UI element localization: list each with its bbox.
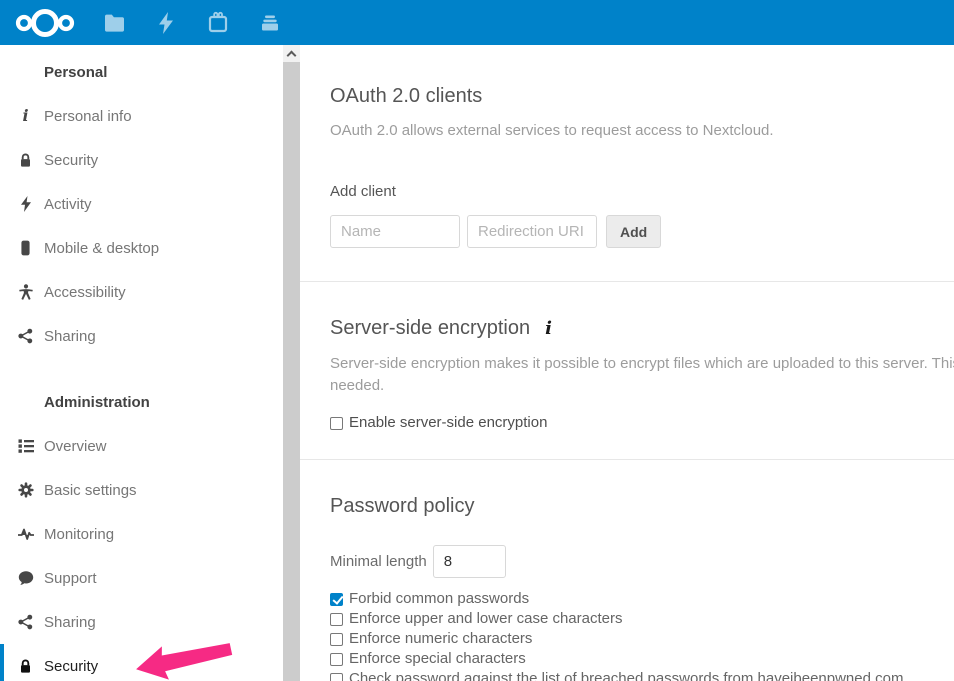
sidebar-caption-personal: Personal xyxy=(0,50,300,94)
section-password-policy: Password policy Minimal length Forbid co… xyxy=(300,459,954,681)
section-server-side-encryption: Server-side encryption i Server-side enc… xyxy=(300,281,954,459)
sidebar-item-label: Basic settings xyxy=(44,482,137,499)
scrollbar-up-button[interactable] xyxy=(283,45,300,62)
client-name-input[interactable] xyxy=(330,215,460,248)
sidebar-item-label: Security xyxy=(44,658,98,675)
sidebar-item-overview[interactable]: Overview xyxy=(0,424,300,468)
sidebar-item-label: Support xyxy=(44,570,97,587)
sidebar-item-monitoring[interactable]: Monitoring xyxy=(0,512,300,556)
share-icon xyxy=(17,614,34,631)
checkbox-label: Forbid common passwords xyxy=(349,589,529,609)
add-client-label: Add client xyxy=(330,183,954,200)
chevron-up-icon xyxy=(287,51,297,61)
enforce-numeric-row[interactable]: Enforce numeric characters xyxy=(330,629,954,649)
info-icon: i xyxy=(17,108,34,125)
settings-sidebar: Personal i Personal info Security xyxy=(0,45,300,681)
enforce-upper-lower-checkbox[interactable] xyxy=(330,613,343,626)
password-policy-title: Password policy xyxy=(330,494,954,518)
enforce-special-checkbox[interactable] xyxy=(330,653,343,666)
smartphone-icon xyxy=(17,240,34,257)
sidebar-item-sharing-personal[interactable]: Sharing xyxy=(0,314,300,358)
files-app-icon[interactable] xyxy=(101,10,127,36)
sidebar-item-basic-settings[interactable]: Basic settings xyxy=(0,468,300,512)
checkbox-label: Enforce special characters xyxy=(349,649,526,669)
gear-icon xyxy=(17,482,34,499)
nextcloud-logo[interactable] xyxy=(13,5,77,41)
checkbox-label: Check password against the list of breac… xyxy=(349,669,903,681)
sidebar-item-accessibility[interactable]: Accessibility xyxy=(0,270,300,314)
forbid-common-passwords-row[interactable]: Forbid common passwords xyxy=(330,589,954,609)
sidebar-item-security-admin[interactable]: Security xyxy=(0,644,300,681)
sidebar-item-support[interactable]: Support xyxy=(0,556,300,600)
settings-content: OAuth 2.0 clients OAuth 2.0 allows exter… xyxy=(300,45,954,681)
sidebar-item-label: Sharing xyxy=(44,328,96,345)
sidebar-item-label: Activity xyxy=(44,196,92,213)
sidebar-item-activity[interactable]: Activity xyxy=(0,182,300,226)
accessibility-icon xyxy=(17,284,34,301)
check-haveibeenpwned-row[interactable]: Check password against the list of breac… xyxy=(330,669,954,681)
lock-icon xyxy=(17,658,34,675)
sidebar-item-sharing-admin[interactable]: Sharing xyxy=(0,600,300,644)
oauth-section-title: OAuth 2.0 clients xyxy=(330,84,954,108)
calendar-app-icon[interactable] xyxy=(205,10,231,36)
deck-app-icon[interactable] xyxy=(257,10,283,36)
share-icon xyxy=(17,328,34,345)
enable-encryption-checkbox[interactable] xyxy=(330,417,343,430)
lightning-icon xyxy=(17,196,34,213)
activity-app-icon[interactable] xyxy=(153,10,179,36)
chat-bubble-icon xyxy=(17,570,34,587)
encryption-description-line2: needed. xyxy=(330,375,954,397)
sidebar-item-label: Sharing xyxy=(44,614,96,631)
sidebar-item-label: Accessibility xyxy=(44,284,126,301)
top-header-bar xyxy=(0,0,954,45)
redirection-uri-input[interactable] xyxy=(467,215,597,248)
enable-encryption-label: Enable server-side encryption xyxy=(349,413,547,433)
sidebar-item-label: Security xyxy=(44,152,98,169)
info-icon[interactable]: i xyxy=(545,318,552,339)
forbid-common-passwords-checkbox[interactable] xyxy=(330,593,343,606)
enforce-upper-lower-row[interactable]: Enforce upper and lower case characters xyxy=(330,609,954,629)
list-overview-icon xyxy=(17,438,34,455)
encryption-section-title: Server-side encryption xyxy=(330,316,530,340)
minimal-length-label: Minimal length xyxy=(330,553,427,570)
scrollbar-thumb[interactable] xyxy=(283,62,300,681)
oauth-section-description: OAuth 2.0 allows external services to re… xyxy=(330,122,954,139)
add-client-button[interactable]: Add xyxy=(606,215,661,248)
sidebar-caption-administration: Administration xyxy=(0,380,300,424)
sidebar-item-label: Mobile & desktop xyxy=(44,240,159,257)
encryption-description-line1: Server-side encryption makes it possible… xyxy=(330,353,954,375)
sidebar-item-personal-info[interactable]: i Personal info xyxy=(0,94,300,138)
enforce-special-row[interactable]: Enforce special characters xyxy=(330,649,954,669)
sidebar-scrollbar[interactable] xyxy=(283,45,300,681)
enable-encryption-checkbox-row[interactable]: Enable server-side encryption xyxy=(330,413,954,433)
sidebar-item-label: Personal info xyxy=(44,108,132,125)
section-oauth-clients: OAuth 2.0 clients OAuth 2.0 allows exter… xyxy=(300,45,954,281)
enforce-numeric-checkbox[interactable] xyxy=(330,633,343,646)
sidebar-item-label: Monitoring xyxy=(44,526,114,543)
checkbox-label: Enforce numeric characters xyxy=(349,629,532,649)
sidebar-item-mobile-desktop[interactable]: Mobile & desktop xyxy=(0,226,300,270)
minimal-length-input[interactable] xyxy=(433,545,506,578)
pulse-icon xyxy=(17,526,34,543)
sidebar-item-label: Overview xyxy=(44,438,107,455)
checkbox-label: Enforce upper and lower case characters xyxy=(349,609,622,629)
lock-icon xyxy=(17,152,34,169)
check-haveibeenpwned-checkbox[interactable] xyxy=(330,673,343,681)
sidebar-item-security-personal[interactable]: Security xyxy=(0,138,300,182)
